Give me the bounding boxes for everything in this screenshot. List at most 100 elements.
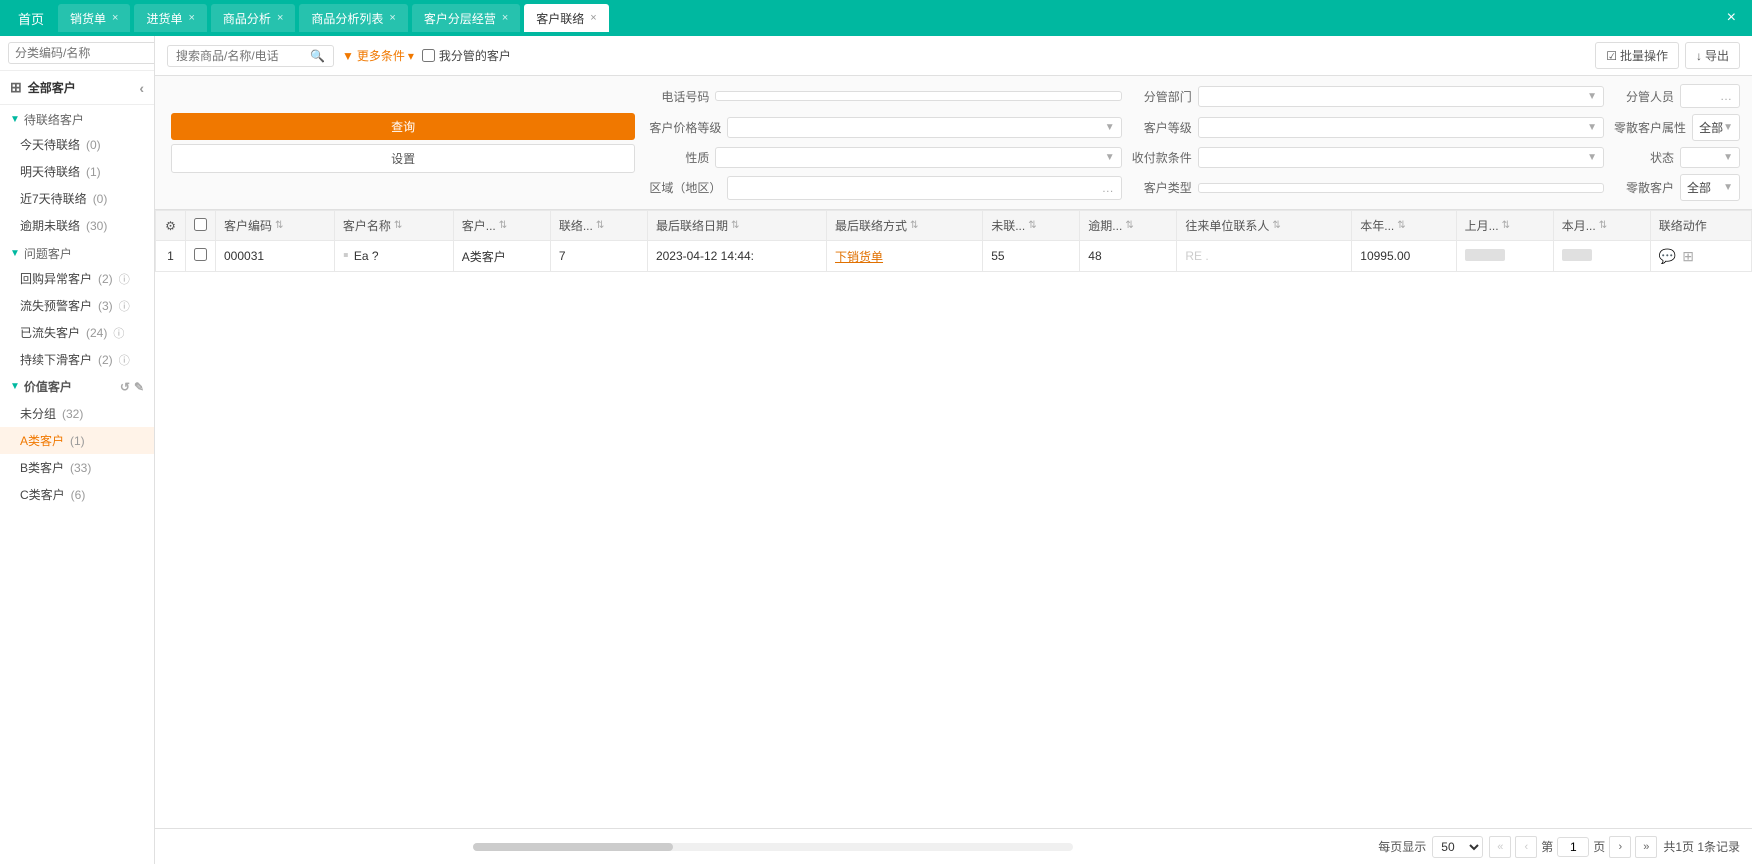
tab-purchase[interactable]: 进货单 × xyxy=(134,4,206,32)
sidebar-item-a-customers[interactable]: A类客户 (1) xyxy=(0,427,154,454)
page-last-btn[interactable]: » xyxy=(1635,836,1657,858)
sidebar-item-ungrouped[interactable]: 未分组 (32) xyxy=(0,400,154,427)
nature-select[interactable]: ▼ xyxy=(715,147,1121,168)
page-label: 第 xyxy=(1541,838,1553,855)
sort-icon[interactable]: ⇅ xyxy=(1397,220,1405,231)
sidebar-collapse-btn[interactable]: ‹ xyxy=(139,80,144,96)
horizontal-scrollbar[interactable] xyxy=(473,843,1073,851)
sidebar-item-c-customers[interactable]: C类客户 (6) xyxy=(0,481,154,508)
page-nav: « ‹ 第 页 › » xyxy=(1489,836,1657,858)
row-checkbox[interactable] xyxy=(186,241,216,272)
row-name[interactable]: ▪ Ea ? xyxy=(334,241,453,272)
batch-checkbox-icon: ☑ xyxy=(1606,49,1617,63)
sidebar-item-today[interactable]: 今天待联络 (0) xyxy=(0,131,154,158)
col-settings[interactable]: ⚙ xyxy=(156,211,186,241)
sort-icon[interactable]: ⇅ xyxy=(910,220,918,231)
region-input[interactable]: … xyxy=(727,176,1121,200)
row-check[interactable] xyxy=(194,248,207,261)
close-purchase-tab[interactable]: × xyxy=(188,12,194,24)
sidebar-all-customers-header[interactable]: ⊞ 全部客户 ‹ xyxy=(0,71,154,105)
filter-price-grade: 客户价格等级 ▼ xyxy=(649,117,1121,138)
sidebar-search-input[interactable] xyxy=(8,42,155,64)
close-all-tabs-btn[interactable]: × xyxy=(1719,9,1744,27)
close-customer-layer-tab[interactable]: × xyxy=(502,12,508,24)
sort-icon[interactable]: ⇅ xyxy=(394,220,402,231)
col-check[interactable] xyxy=(186,211,216,241)
sort-icon[interactable]: ⇅ xyxy=(1028,220,1036,231)
group-pending-contact[interactable]: ▼ 待联络客户 xyxy=(0,105,154,131)
sort-icon[interactable]: ⇅ xyxy=(596,220,604,231)
tab-sales[interactable]: 销货单 × xyxy=(58,4,130,32)
page-input[interactable] xyxy=(1557,837,1589,857)
col-not-contacted: 未联... ⇅ xyxy=(983,211,1080,241)
row-last-method[interactable]: 下销货单 xyxy=(827,241,983,272)
tab-customer-layer[interactable]: 客户分层经营 × xyxy=(412,4,520,32)
more-filters-btn[interactable]: ▼ 更多条件 ▾ xyxy=(342,47,414,64)
caret-icon: ▼ xyxy=(1587,152,1597,163)
group-problem-customers[interactable]: ▼ 问题客户 xyxy=(0,239,154,265)
retail-attr-select[interactable]: 全部▼ xyxy=(1692,114,1740,141)
nature-label: 性质 xyxy=(649,149,709,166)
page-next-btn[interactable]: › xyxy=(1609,836,1631,858)
sidebar-item-overdue[interactable]: 逾期未联络 (30) xyxy=(0,212,154,239)
main-layout: 🔍 ⊞ 全部客户 ‹ ▼ 待联络客户 今天待联络 (0) 明天待联络 (1) 近… xyxy=(0,36,1752,864)
sort-icon[interactable]: ⇅ xyxy=(275,220,283,231)
filter-search-icon[interactable]: 🔍 xyxy=(310,49,325,63)
sidebar-item-lost[interactable]: 已流失客户 (24) ⓘ xyxy=(0,319,154,346)
close-sales-tab[interactable]: × xyxy=(112,12,118,24)
info-icon: ⓘ xyxy=(119,352,130,368)
status-select[interactable]: ▼ xyxy=(1680,147,1740,168)
close-goods-list-tab[interactable]: × xyxy=(389,12,395,24)
query-button[interactable]: 查询 xyxy=(171,113,635,140)
payment-select[interactable]: ▼ xyxy=(1198,147,1604,168)
phone-input[interactable] xyxy=(715,91,1121,101)
close-customer-contact-tab[interactable]: × xyxy=(590,12,596,24)
settings-button[interactable]: 设置 xyxy=(171,144,635,173)
message-action-btn[interactable]: 💬 xyxy=(1659,248,1676,265)
bottom-bar: 每页显示 50 100 « ‹ 第 页 › » 共1页 1条记录 xyxy=(155,828,1752,864)
nav-home[interactable]: 首页 xyxy=(8,9,54,28)
scrollbar-area xyxy=(167,843,1378,851)
edit-icon[interactable]: ✎ xyxy=(134,380,144,394)
sort-icon[interactable]: ⇅ xyxy=(1599,220,1607,231)
customer-grade-select[interactable]: ▼ xyxy=(1198,117,1604,138)
tab-goods-list[interactable]: 商品分析列表 × xyxy=(299,4,407,32)
customer-type-input[interactable] xyxy=(1198,183,1604,193)
refresh-icon[interactable]: ↺ xyxy=(120,380,130,394)
tab-customer-contact[interactable]: 客户联络 × xyxy=(524,4,608,32)
group-value-customers[interactable]: ▼ 价值客户 ↺ ✎ xyxy=(0,373,154,400)
batch-op-button[interactable]: ☑ 批量操作 xyxy=(1595,42,1679,69)
check-all[interactable] xyxy=(194,218,207,231)
tab-goods-analysis[interactable]: 商品分析 × xyxy=(211,4,295,32)
sidebar-item-declining[interactable]: 持续下滑客户 (2) ⓘ xyxy=(0,346,154,373)
adv-filter-area: 电话号码 分管部门 ▼ 分管人员 … 查询 设置 xyxy=(155,76,1752,210)
sidebar-item-tomorrow[interactable]: 明天待联络 (1) xyxy=(0,158,154,185)
scrollbar-thumb[interactable] xyxy=(473,843,673,851)
sort-icon[interactable]: ⇅ xyxy=(1502,220,1510,231)
filter-search-input[interactable] xyxy=(176,49,306,63)
sort-icon[interactable]: ⇅ xyxy=(499,220,507,231)
sidebar-item-loss-warning[interactable]: 流失预警客户 (3) ⓘ xyxy=(0,292,154,319)
price-grade-select[interactable]: ▼ xyxy=(727,117,1121,138)
close-goods-analysis-tab[interactable]: × xyxy=(277,12,283,24)
sort-icon[interactable]: ⇅ xyxy=(1272,220,1280,231)
sort-icon[interactable]: ⇅ xyxy=(731,220,739,231)
pagination: 每页显示 50 100 « ‹ 第 页 › » 共1页 1条记录 xyxy=(1378,836,1740,858)
sidebar-item-repurchase-abnormal[interactable]: 回购异常客户 (2) ⓘ xyxy=(0,265,154,292)
my-customers-check[interactable] xyxy=(422,49,435,62)
dots-icon: … xyxy=(1720,89,1733,103)
person-input[interactable]: … xyxy=(1680,84,1740,108)
group-label: 价值客户 xyxy=(24,378,72,395)
grid-action-btn[interactable]: ⊞ xyxy=(1682,248,1694,265)
sidebar-item-7days[interactable]: 近7天待联络 (0) xyxy=(0,185,154,212)
row-this-year: 10995.00 xyxy=(1352,241,1456,272)
sidebar-item-b-customers[interactable]: B类客户 (33) xyxy=(0,454,154,481)
dept-select[interactable]: ▼ xyxy=(1198,86,1604,107)
export-button[interactable]: ↓ 导出 xyxy=(1685,42,1740,69)
sort-icon[interactable]: ⇅ xyxy=(1125,220,1133,231)
retail-select[interactable]: 全部▼ xyxy=(1680,174,1740,201)
page-first-btn[interactable]: « xyxy=(1489,836,1511,858)
page-size-select[interactable]: 50 100 xyxy=(1432,836,1483,858)
page-prev-btn[interactable]: ‹ xyxy=(1515,836,1537,858)
my-customers-checkbox[interactable]: 我分管的客户 xyxy=(422,47,511,64)
